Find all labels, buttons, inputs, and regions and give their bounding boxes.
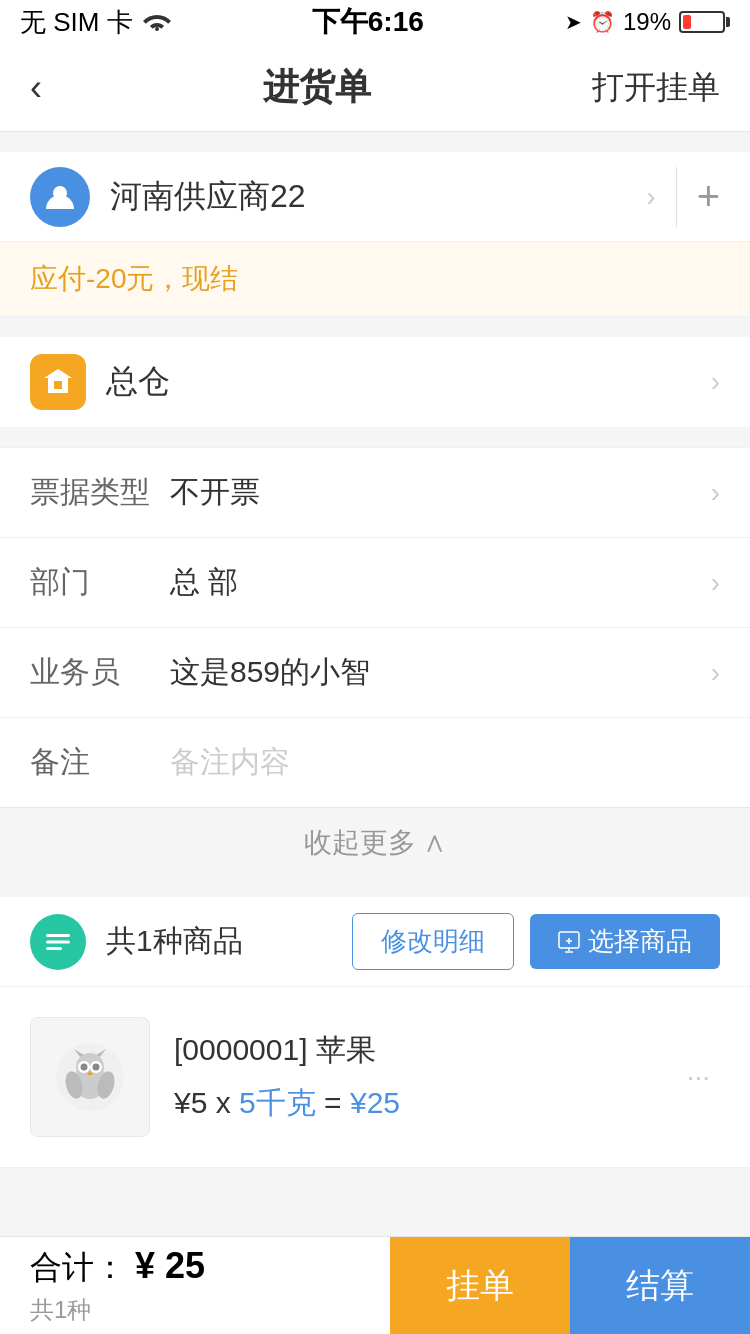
- product-count-text: 共1种商品: [106, 921, 352, 962]
- salesman-chevron-icon: ›: [711, 657, 720, 689]
- dept-chevron-icon: ›: [711, 567, 720, 599]
- invoice-value: 不开票: [170, 472, 711, 513]
- product-more-button[interactable]: ···: [677, 1051, 720, 1103]
- price-multiply: x: [216, 1086, 239, 1119]
- svg-point-16: [81, 1064, 88, 1071]
- alarm-icon: ⏰: [590, 10, 615, 34]
- invoice-row[interactable]: 票据类型 不开票 ›: [0, 447, 750, 537]
- bottom-bar: 合计： ¥ 25 共1种 挂单 结算: [0, 1236, 750, 1334]
- salesman-row[interactable]: 业务员 这是859的小智 ›: [0, 627, 750, 717]
- product-count-icon: [30, 914, 86, 970]
- price-base: ¥5: [174, 1086, 207, 1119]
- status-time: 下午6:16: [312, 3, 424, 41]
- total-row: 合计： ¥ 25: [30, 1245, 360, 1290]
- supplier-divider: [676, 167, 677, 227]
- dept-label: 部门: [30, 562, 170, 603]
- salesman-label: 业务员: [30, 652, 170, 693]
- location-icon: ➤: [565, 10, 582, 34]
- top-divider: [0, 132, 750, 152]
- product-title: 苹果: [316, 1033, 376, 1066]
- supplier-row[interactable]: 河南供应商22 › +: [0, 152, 750, 242]
- supplier-name: 河南供应商22: [110, 175, 646, 219]
- total-count: 共1种: [30, 1294, 360, 1326]
- supplier-section: 河南供应商22 › + 应付-20元，现结: [0, 152, 750, 317]
- form-section: 票据类型 不开票 › 部门 总 部 › 业务员 这是859的小智 › 备注 备注…: [0, 447, 750, 807]
- salesman-value: 这是859的小智: [170, 652, 711, 693]
- invoice-label: 票据类型: [30, 472, 170, 513]
- select-product-label: 选择商品: [588, 924, 692, 959]
- total-label: 合计：: [30, 1249, 126, 1285]
- mid-divider1: [0, 317, 750, 337]
- invoice-chevron-icon: ›: [711, 477, 720, 509]
- select-product-button[interactable]: 选择商品: [530, 914, 720, 969]
- warehouse-chevron-icon: ›: [711, 366, 720, 398]
- checkout-button[interactable]: 结算: [570, 1237, 750, 1334]
- dept-value: 总 部: [170, 562, 711, 603]
- battery-percent: 19%: [623, 8, 671, 36]
- battery-indicator: [679, 11, 730, 33]
- product-name: [0000001] 苹果: [174, 1030, 677, 1071]
- hang-order-button[interactable]: 挂单: [390, 1237, 570, 1334]
- remark-input[interactable]: 备注内容: [170, 742, 720, 783]
- dept-row[interactable]: 部门 总 部 ›: [0, 537, 750, 627]
- status-right: ➤ ⏰ 19%: [565, 8, 730, 36]
- back-button[interactable]: ‹: [30, 67, 42, 109]
- product-code: [0000001]: [174, 1033, 307, 1066]
- carrier-label: 无 SIM 卡: [20, 5, 133, 40]
- product-price: ¥5 x 5千克 = ¥25: [174, 1083, 677, 1124]
- product-info: [0000001] 苹果 ¥5 x 5千克 = ¥25: [174, 1030, 677, 1124]
- collapse-bar[interactable]: 收起更多 ∧: [0, 807, 750, 877]
- mid-divider2: [0, 427, 750, 447]
- supplier-chevron-icon: ›: [646, 181, 655, 213]
- warehouse-row[interactable]: 总仓 ›: [0, 337, 750, 427]
- status-left: 无 SIM 卡: [20, 5, 171, 40]
- page-title: 进货单: [263, 63, 371, 112]
- status-bar: 无 SIM 卡 下午6:16 ➤ ⏰ 19%: [0, 0, 750, 44]
- remark-label: 备注: [30, 742, 170, 783]
- nav-bar: ‹ 进货单 打开挂单: [0, 44, 750, 132]
- add-supplier-button[interactable]: +: [697, 174, 720, 219]
- warehouse-section: 总仓 ›: [0, 337, 750, 427]
- product-section: 共1种商品 修改明细 选择商品: [0, 897, 750, 1168]
- supplier-avatar: [30, 167, 90, 227]
- notice-bar: 应付-20元，现结: [0, 242, 750, 317]
- remark-row[interactable]: 备注 备注内容: [0, 717, 750, 807]
- warehouse-name: 总仓: [106, 360, 711, 404]
- modify-detail-button[interactable]: 修改明细: [352, 913, 514, 970]
- svg-rect-3: [46, 947, 62, 950]
- product-thumbnail: [30, 1017, 150, 1137]
- collapse-label: 收起更多 ∧: [304, 824, 447, 862]
- wifi-signal-icon: [143, 7, 171, 38]
- open-pending-button[interactable]: 打开挂单: [592, 66, 720, 110]
- warehouse-icon: [30, 354, 86, 410]
- price-total: ¥25: [350, 1086, 400, 1119]
- total-amount: ¥ 25: [135, 1245, 205, 1286]
- product-header: 共1种商品 修改明细 选择商品: [0, 897, 750, 987]
- total-section: 合计： ¥ 25 共1种: [0, 1237, 390, 1334]
- svg-rect-1: [46, 934, 70, 937]
- price-equals: =: [324, 1086, 350, 1119]
- product-item: [0000001] 苹果 ¥5 x 5千克 = ¥25 ···: [0, 987, 750, 1168]
- mid-divider3: [0, 877, 750, 897]
- price-qty: 5千克: [239, 1086, 316, 1119]
- svg-point-17: [93, 1064, 100, 1071]
- svg-rect-2: [46, 940, 70, 943]
